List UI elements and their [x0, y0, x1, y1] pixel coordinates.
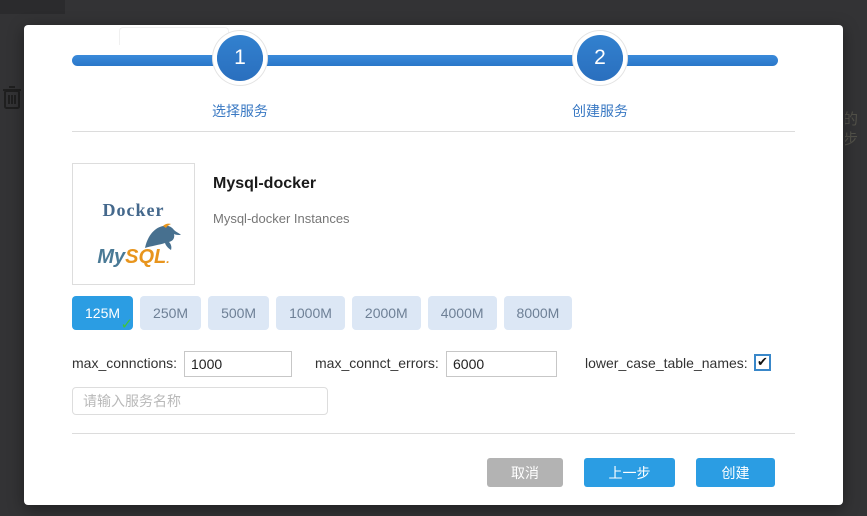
mysql-logo-sql: SQL [125, 246, 167, 268]
memory-option-label: 125M [85, 305, 121, 321]
background-text-line: 的 [845, 111, 859, 128]
step-2-circle: 2 [577, 35, 623, 81]
memory-option-250m[interactable]: 250M [140, 296, 202, 330]
max-connect-errors-input[interactable] [446, 351, 557, 377]
trash-icon [2, 84, 22, 110]
max-connections-label: max_connctions: [72, 355, 178, 371]
mysql-logo-dot: . [166, 252, 170, 266]
memory-option-2000m[interactable]: 2000M [351, 296, 421, 330]
step-1-circle: 1 [217, 35, 263, 81]
memory-option-125m[interactable]: 125M ✓ [72, 296, 134, 333]
max-connect-errors-label: max_connct_errors: [315, 355, 439, 371]
screen-background: 的 步 1 选择服务 2 创建服务 Docker MySQL. Mysql-do… [0, 0, 867, 516]
footer-divider [72, 433, 795, 434]
modal-footer: 取消 上一步 创建 [24, 458, 843, 487]
background-text-fragments: 的 步 [845, 110, 867, 150]
memory-option-500m[interactable]: 500M [208, 296, 270, 330]
create-service-modal: 1 选择服务 2 创建服务 Docker MySQL. Mysql-docker… [24, 25, 843, 505]
selected-check-icon: ✓ [120, 316, 134, 333]
previous-step-button[interactable]: 上一步 [584, 458, 675, 487]
lower-case-table-names-label: lower_case_table_names: [585, 355, 748, 371]
service-logo: Docker MySQL. [72, 163, 195, 285]
header-divider [72, 131, 795, 132]
step-2: 2 创建服务 [530, 35, 670, 121]
create-button[interactable]: 创建 [696, 458, 775, 487]
service-subtitle: Mysql-docker Instances [213, 211, 350, 226]
memory-option-8000m[interactable]: 8000M [503, 296, 573, 330]
background-top-band [0, 0, 65, 14]
mysql-logo-text: MySQL. [73, 246, 194, 269]
lower-case-table-names-checkbox[interactable]: ✔ [754, 354, 771, 371]
service-name-row [72, 387, 328, 415]
docker-logo-text: Docker [102, 200, 165, 220]
max-connections-input[interactable] [184, 351, 292, 377]
checkbox-check-icon: ✔ [757, 354, 768, 369]
memory-option-4000m[interactable]: 4000M [427, 296, 497, 330]
service-title: Mysql-docker [213, 175, 317, 192]
cancel-button[interactable]: 取消 [487, 458, 563, 487]
step-1: 1 选择服务 [170, 35, 310, 121]
service-name-input[interactable] [72, 387, 328, 415]
mysql-logo-my: My [97, 246, 126, 268]
service-config-row: max_connctions: max_connct_errors: lower… [72, 348, 795, 378]
memory-option-1000m[interactable]: 1000M [276, 296, 345, 330]
step-indicator: 1 选择服务 2 创建服务 [24, 25, 843, 131]
background-text-line: 步 [845, 131, 859, 148]
step-2-label: 创建服务 [572, 103, 628, 119]
memory-size-options: 125M ✓ 250M 500M 1000M 2000M 4000M 8000M [72, 296, 573, 333]
step-1-label: 选择服务 [212, 103, 268, 119]
